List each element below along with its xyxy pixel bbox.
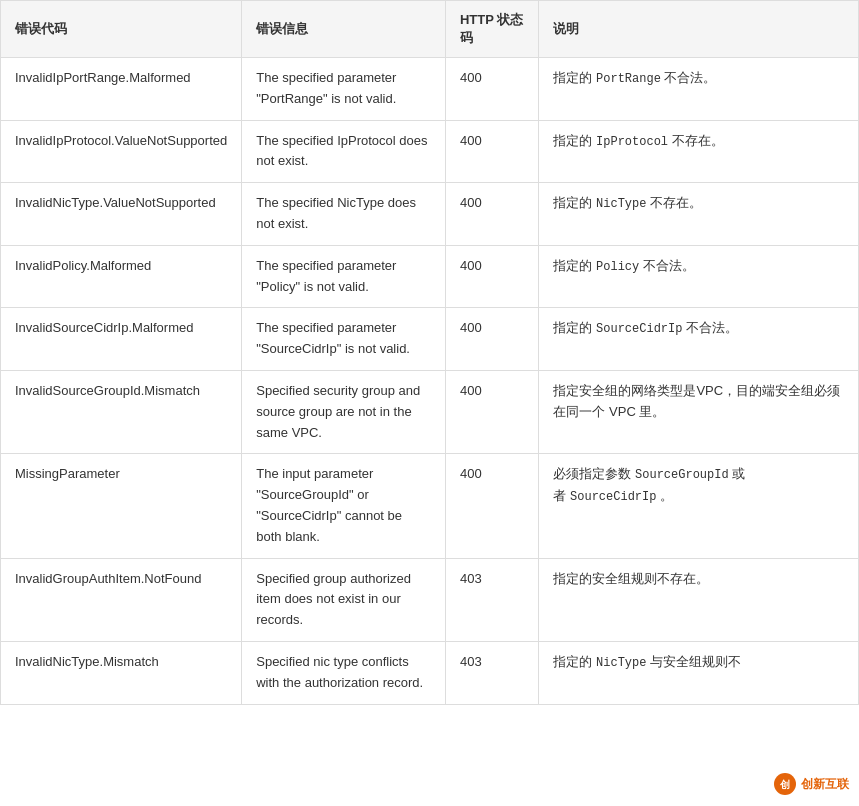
cell-error-code: InvalidIpPortRange.Malformed <box>1 58 242 121</box>
table-row: InvalidGroupAuthItem.NotFoundSpecified g… <box>1 558 859 641</box>
cell-error-code: InvalidIpProtocol.ValueNotSupported <box>1 120 242 183</box>
cell-error-message: Specified nic type conflicts with the au… <box>242 641 446 704</box>
cell-error-code: InvalidSourceGroupId.Mismatch <box>1 370 242 453</box>
cell-error-code: InvalidNicType.ValueNotSupported <box>1 183 242 246</box>
cell-http-status: 400 <box>445 120 539 183</box>
cell-http-status: 400 <box>445 183 539 246</box>
cell-http-status: 400 <box>445 308 539 371</box>
cell-description: 必须指定参数 SourceGroupId 或者 SourceCidrIp 。 <box>539 454 859 558</box>
cell-description: 指定的 IpProtocol 不存在。 <box>539 120 859 183</box>
cell-error-message: The specified parameter "SourceCidrIp" i… <box>242 308 446 371</box>
cell-error-message: Specified group authorized item does not… <box>242 558 446 641</box>
cell-error-message: The specified parameter "PortRange" is n… <box>242 58 446 121</box>
cell-description: 指定的安全组规则不存在。 <box>539 558 859 641</box>
cell-error-message: The specified parameter "Policy" is not … <box>242 245 446 308</box>
table-row: InvalidSourceCidrIp.MalformedThe specifi… <box>1 308 859 371</box>
table-row: InvalidNicType.ValueNotSupportedThe spec… <box>1 183 859 246</box>
table-row: InvalidNicType.MismatchSpecified nic typ… <box>1 641 859 704</box>
table-row: InvalidPolicy.MalformedThe specified par… <box>1 245 859 308</box>
cell-error-message: The specified NicType does not exist. <box>242 183 446 246</box>
cell-description: 指定的 PortRange 不合法。 <box>539 58 859 121</box>
cell-error-code: InvalidPolicy.Malformed <box>1 245 242 308</box>
cell-http-status: 400 <box>445 245 539 308</box>
table-row: InvalidSourceGroupId.MismatchSpecified s… <box>1 370 859 453</box>
cell-error-code: InvalidSourceCidrIp.Malformed <box>1 308 242 371</box>
cell-http-status: 403 <box>445 558 539 641</box>
cell-http-status: 400 <box>445 454 539 558</box>
header-http: HTTP 状态码 <box>445 1 539 58</box>
table-row: InvalidIpProtocol.ValueNotSupportedThe s… <box>1 120 859 183</box>
cell-description: 指定的 NicType 与安全组规则不 <box>539 641 859 704</box>
table-row: InvalidIpPortRange.MalformedThe specifie… <box>1 58 859 121</box>
cell-description: 指定的 NicType 不存在。 <box>539 183 859 246</box>
header-message: 错误信息 <box>242 1 446 58</box>
error-table: 错误代码 错误信息 HTTP 状态码 说明 InvalidIpPortRange… <box>0 0 859 705</box>
cell-description: 指定的 SourceCidrIp 不合法。 <box>539 308 859 371</box>
cell-http-status: 400 <box>445 58 539 121</box>
cell-error-code: InvalidNicType.Mismatch <box>1 641 242 704</box>
cell-error-message: Specified security group and source grou… <box>242 370 446 453</box>
cell-http-status: 403 <box>445 641 539 704</box>
cell-description: 指定安全组的网络类型是VPC，目的端安全组必须在同一个 VPC 里。 <box>539 370 859 453</box>
cell-error-message: The input parameter "SourceGroupId" or "… <box>242 454 446 558</box>
cell-error-message: The specified IpProtocol does not exist. <box>242 120 446 183</box>
cell-http-status: 400 <box>445 370 539 453</box>
header-code: 错误代码 <box>1 1 242 58</box>
header-desc: 说明 <box>539 1 859 58</box>
table-header-row: 错误代码 错误信息 HTTP 状态码 说明 <box>1 1 859 58</box>
table-row: MissingParameterThe input parameter "Sou… <box>1 454 859 558</box>
cell-error-code: InvalidGroupAuthItem.NotFound <box>1 558 242 641</box>
cell-error-code: MissingParameter <box>1 454 242 558</box>
cell-description: 指定的 Policy 不合法。 <box>539 245 859 308</box>
